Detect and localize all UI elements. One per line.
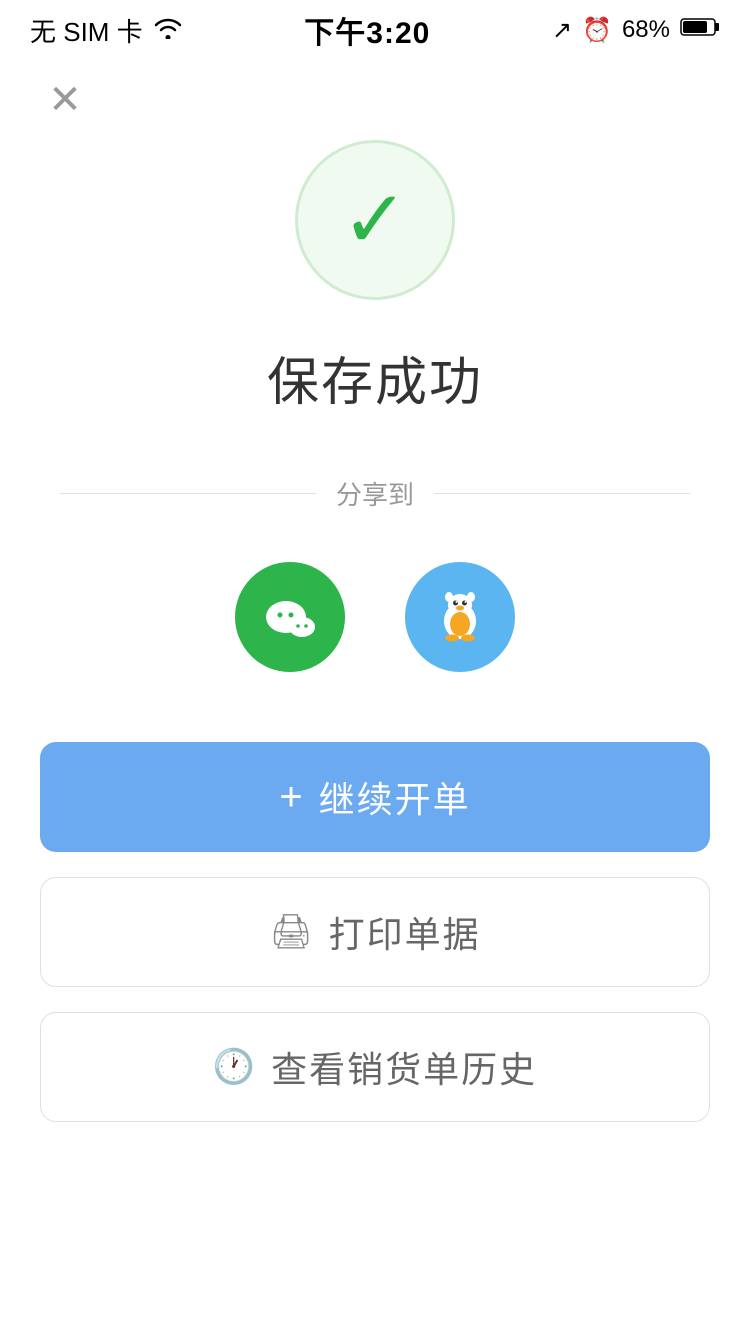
wechat-icon [258, 585, 323, 650]
wechat-share-button[interactable] [235, 562, 345, 672]
status-bar: 无 SIM 卡 下午3:20 ↗ ⏰ 68% [0, 0, 750, 60]
alarm-icon: ⏰ [582, 16, 612, 45]
print-receipt-button[interactable]: 🖨 打印单据 [40, 877, 710, 987]
action-buttons: + 继续开单 🖨 打印单据 🕐 查看销货单历史 [0, 742, 750, 1122]
no-sim-text: 无 SIM 卡 [30, 12, 143, 49]
view-history-button[interactable]: 🕐 查看销货单历史 [40, 1012, 710, 1122]
battery-icon [680, 16, 720, 44]
status-time: 下午3:20 [304, 8, 430, 52]
print-receipt-text: 打印单据 [329, 906, 481, 958]
continue-order-text: 继续开单 [319, 771, 471, 823]
qq-share-button[interactable] [405, 562, 515, 672]
main-content: ✓ 保存成功 分享到 [0, 60, 750, 1122]
status-right: ↗ ⏰ 68% [552, 16, 720, 45]
history-icon: 🕐 [213, 1050, 255, 1084]
success-title: 保存成功 [267, 340, 483, 415]
qq-icon [430, 587, 490, 647]
success-circle: ✓ [295, 140, 455, 300]
share-divider-text: 分享到 [316, 475, 434, 512]
checkmark-icon: ✓ [341, 180, 408, 260]
share-icons-container [235, 562, 515, 672]
share-divider: 分享到 [0, 475, 750, 512]
continue-order-button[interactable]: + 继续开单 [40, 742, 710, 852]
view-history-text: 查看销货单历史 [271, 1041, 537, 1093]
printer-icon: 🖨 [269, 915, 312, 949]
status-left: 无 SIM 卡 [30, 12, 183, 49]
location-icon: ↗ [552, 16, 572, 45]
close-icon: ✕ [48, 80, 82, 120]
wifi-icon [153, 15, 183, 46]
battery-percent: 68% [622, 16, 670, 44]
divider-line-left [60, 493, 316, 494]
divider-line-right [434, 493, 690, 494]
close-button[interactable]: ✕ [40, 75, 90, 125]
plus-icon: + [279, 777, 302, 817]
